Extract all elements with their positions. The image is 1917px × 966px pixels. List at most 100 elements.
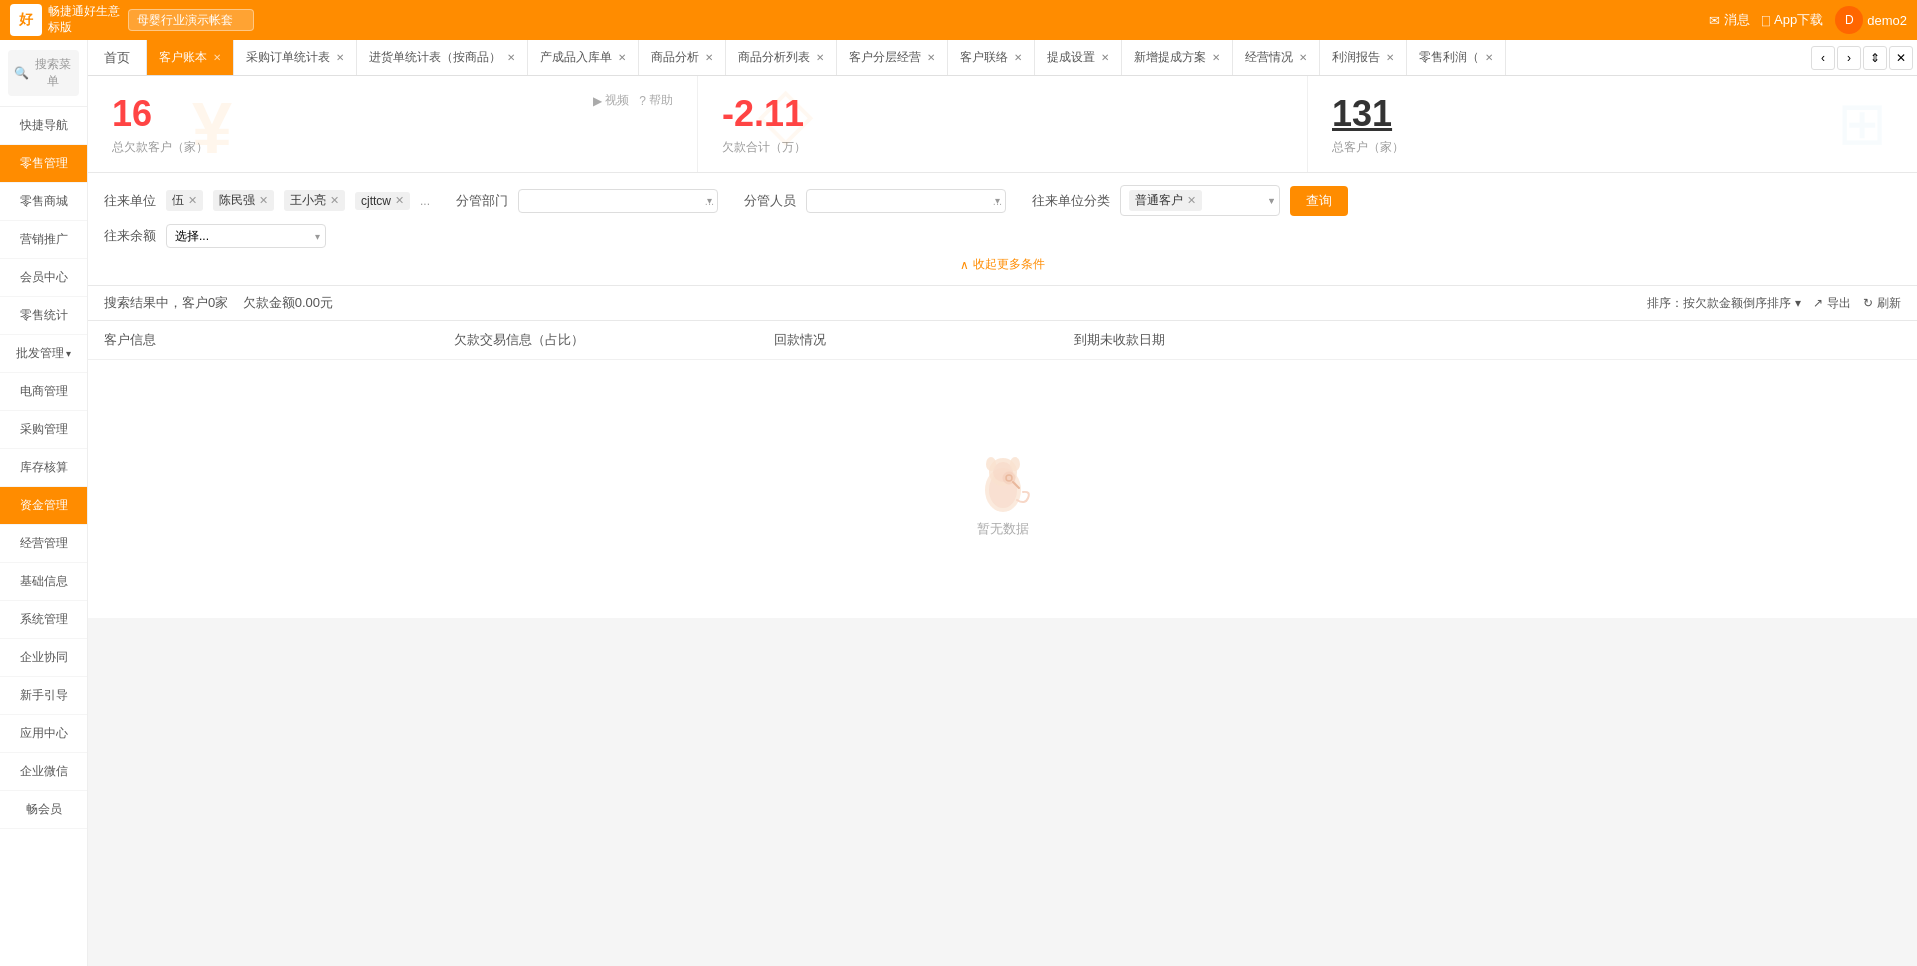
- tab-nav-buttons: ‹ › ⇕ ✕: [1807, 46, 1917, 70]
- logo-text: 畅捷通好生意 标版: [48, 4, 120, 35]
- sidebar-item-member-center[interactable]: 会员中心: [0, 259, 87, 297]
- tab-close-icon[interactable]: ✕: [1014, 52, 1022, 63]
- tab-cost-inbound[interactable]: 产成品入库单 ✕: [528, 40, 639, 76]
- sort-selector[interactable]: 排序：按欠款金额倒序排序 ▾: [1647, 295, 1801, 312]
- sidebar-item-retail-mall[interactable]: 零售商城: [0, 183, 87, 221]
- main-layout: 🔍 搜索菜单 快捷导航 零售管理 零售商城 营销推广 会员中心 零售统计: [0, 40, 1917, 966]
- sidebar-item-retail-stats[interactable]: 零售统计: [0, 297, 87, 335]
- tab-customer-account[interactable]: 客户账本 ✕: [147, 40, 234, 76]
- message-icon: ✉: [1709, 13, 1720, 28]
- sidebar-item-app-center[interactable]: 应用中心: [0, 715, 87, 753]
- logo-area: 好 畅捷通好生意 标版: [10, 4, 120, 36]
- chevron-down-icon: ▾: [66, 348, 71, 359]
- remove-category-tag[interactable]: ✕: [1187, 194, 1196, 207]
- tab-customer-segment[interactable]: 客户分层经营 ✕: [837, 40, 948, 76]
- collapse-btn[interactable]: ∧ 收起更多条件: [960, 256, 1045, 273]
- sidebar-item-system[interactable]: 系统管理: [0, 601, 87, 639]
- stats-row: ¥ 16 总欠款客户（家） ▶ 视频 ? 帮助 ◇: [88, 76, 1917, 173]
- tab-operations-situation[interactable]: 经营情况 ✕: [1233, 40, 1320, 76]
- tab-close-icon[interactable]: ✕: [816, 52, 824, 63]
- tab-profit-report[interactable]: 利润报告 ✕: [1320, 40, 1407, 76]
- messages-btn[interactable]: ✉ 消息: [1709, 11, 1750, 29]
- table-header: 客户信息 欠款交易信息（占比） 回款情况 到期未收款日期: [88, 321, 1917, 360]
- person-filter-label: 分管人员: [744, 192, 796, 210]
- empty-illustration: [963, 440, 1043, 520]
- remove-tag-wang[interactable]: ✕: [330, 194, 339, 207]
- stat-label-total: 总客户（家）: [1332, 139, 1404, 156]
- refresh-icon: ↻: [1863, 296, 1873, 310]
- sidebar-item-operations[interactable]: 经营管理: [0, 525, 87, 563]
- sidebar-item-marketing[interactable]: 营销推广: [0, 221, 87, 259]
- sidebar-item-retail-mgmt[interactable]: 零售管理: [0, 145, 87, 183]
- sidebar-item-batch-mgmt[interactable]: 批发管理 ▾: [0, 335, 87, 373]
- tab-purchase-order-stats[interactable]: 采购订单统计表 ✕: [234, 40, 357, 76]
- sidebar-item-member[interactable]: 畅会员: [0, 791, 87, 829]
- dept-more-btn[interactable]: ...: [705, 195, 714, 207]
- sidebar-search-section: 🔍 搜索菜单: [0, 40, 87, 107]
- stat-debt-total: ◇ -2.11 欠款合计（万）: [698, 76, 1308, 172]
- sidebar-item-enterprise[interactable]: 企业协同: [0, 639, 87, 677]
- stat-total-customers: ⊞ 131 总客户（家）: [1308, 76, 1917, 172]
- person-more-btn[interactable]: ...: [993, 195, 1002, 207]
- tab-expand-btn[interactable]: ⇕: [1863, 46, 1887, 70]
- sidebar-item-finance[interactable]: 资金管理: [0, 487, 87, 525]
- tab-prev-btn[interactable]: ‹: [1811, 46, 1835, 70]
- remove-tag-chen[interactable]: ✕: [259, 194, 268, 207]
- tab-home[interactable]: 首页: [88, 40, 147, 76]
- filter-tag-chen: 陈民强 ✕: [213, 190, 274, 211]
- stat-value-total: 131: [1332, 92, 1392, 135]
- text-help-btn[interactable]: ? 帮助: [639, 92, 673, 109]
- sidebar-item-quick-nav[interactable]: 快捷导航: [0, 107, 87, 145]
- sidebar-item-purchase[interactable]: 采购管理: [0, 411, 87, 449]
- sidebar-item-new-guide[interactable]: 新手引导: [0, 677, 87, 715]
- tab-close-icon[interactable]: ✕: [213, 52, 221, 63]
- user-profile-btn[interactable]: D demo2: [1835, 6, 1907, 34]
- tab-close-all-btn[interactable]: ✕: [1889, 46, 1913, 70]
- tab-close-icon[interactable]: ✕: [336, 52, 344, 63]
- tab-close-icon[interactable]: ✕: [1212, 52, 1220, 63]
- filter-section: 往来单位 伍 ✕ 陈民强 ✕ 王小亮 ✕: [88, 173, 1917, 286]
- sort-chevron-icon: ▾: [1795, 296, 1801, 310]
- video-help-btn[interactable]: ▶ 视频: [593, 92, 629, 109]
- tab-close-icon[interactable]: ✕: [927, 52, 935, 63]
- tab-close-icon[interactable]: ✕: [705, 52, 713, 63]
- svg-point-7: [986, 457, 996, 471]
- tab-product-analysis[interactable]: 商品分析 ✕: [639, 40, 726, 76]
- refresh-btn[interactable]: ↻ 刷新: [1863, 295, 1901, 312]
- stat-overdue-customers: ¥ 16 总欠款客户（家） ▶ 视频 ? 帮助: [88, 76, 698, 172]
- filter-tag-wang: 王小亮 ✕: [284, 190, 345, 211]
- sidebar-item-basic-info[interactable]: 基础信息: [0, 563, 87, 601]
- app-download-btn[interactable]: ⎕ App下载: [1762, 11, 1823, 29]
- tab-bar: 首页 客户账本 ✕ 采购订单统计表 ✕ 进货单统计表（按商品） ✕ 产成品入库单…: [88, 40, 1917, 76]
- unit-filter-label: 往来单位: [104, 192, 156, 210]
- tab-close-icon[interactable]: ✕: [1386, 52, 1394, 63]
- tab-close-icon[interactable]: ✕: [1299, 52, 1307, 63]
- dept-input[interactable]: [518, 189, 718, 213]
- person-input[interactable]: [806, 189, 1006, 213]
- logo-line1: 畅捷通好生意: [48, 4, 120, 20]
- sidebar-item-wechat[interactable]: 企业微信: [0, 753, 87, 791]
- sidebar-item-inventory[interactable]: 库存核算: [0, 449, 87, 487]
- tab-new-promotion[interactable]: 新增提成方案 ✕: [1122, 40, 1233, 76]
- unit-filter-more[interactable]: ...: [420, 194, 430, 208]
- category-tag-normal: 普通客户 ✕: [1129, 190, 1202, 211]
- tab-close-icon[interactable]: ✕: [507, 52, 515, 63]
- remove-tag-wu[interactable]: ✕: [188, 194, 197, 207]
- tab-customer-contact[interactable]: 客户联络 ✕: [948, 40, 1035, 76]
- tab-inbound-stats[interactable]: 进货单统计表（按商品） ✕: [357, 40, 528, 76]
- tab-product-analysis-list[interactable]: 商品分析列表 ✕: [726, 40, 837, 76]
- workspace-selector[interactable]: 母婴行业演示帐套: [128, 9, 254, 31]
- tab-promotion-settings[interactable]: 提成设置 ✕: [1035, 40, 1122, 76]
- sidebar: 🔍 搜索菜单 快捷导航 零售管理 零售商城 营销推广 会员中心 零售统计: [0, 40, 88, 966]
- remove-tag-cjttcw[interactable]: ✕: [395, 194, 404, 207]
- tab-next-btn[interactable]: ›: [1837, 46, 1861, 70]
- search-menu-btn[interactable]: 🔍 搜索菜单: [8, 50, 79, 96]
- search-button[interactable]: 查询: [1290, 186, 1348, 216]
- tab-close-icon[interactable]: ✕: [1485, 52, 1493, 63]
- export-btn[interactable]: ↗ 导出: [1813, 295, 1851, 312]
- tab-close-icon[interactable]: ✕: [1101, 52, 1109, 63]
- tab-close-icon[interactable]: ✕: [618, 52, 626, 63]
- sidebar-item-ecommerce[interactable]: 电商管理: [0, 373, 87, 411]
- tab-retail-profit[interactable]: 零售利润（ ✕: [1407, 40, 1506, 76]
- balance-select[interactable]: 选择...: [166, 224, 326, 248]
